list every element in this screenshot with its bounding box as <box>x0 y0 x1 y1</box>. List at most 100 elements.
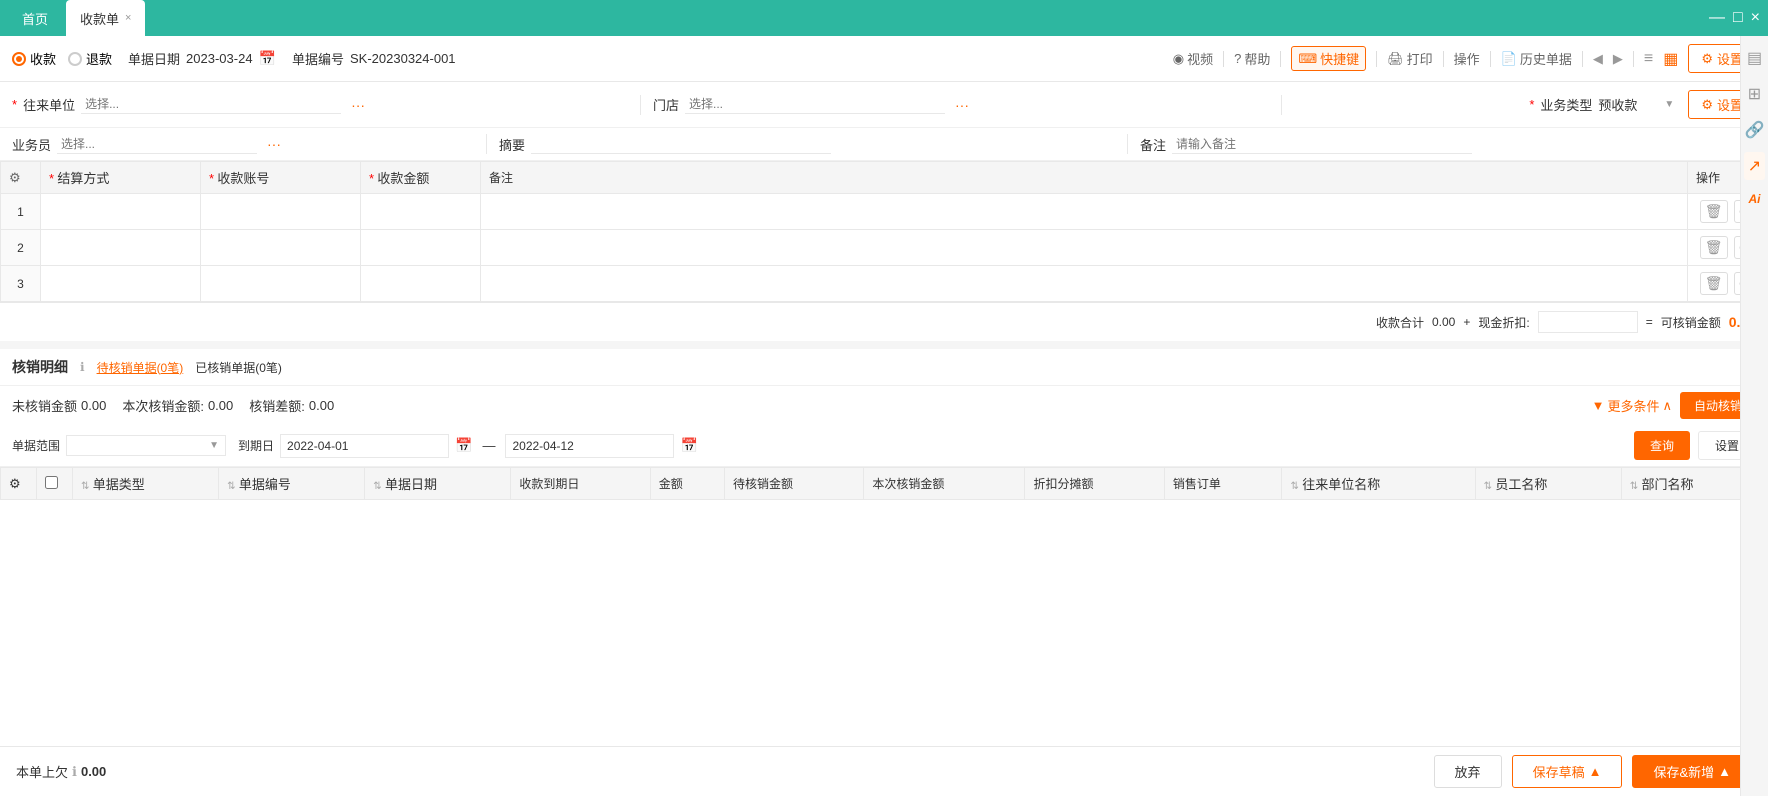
current-stat: 本次核销金额: 0.00 <box>122 396 233 415</box>
btcol-date-header: ⇅ 单据日期 <box>365 468 511 500</box>
date-value[interactable]: 2023-03-24 <box>186 51 253 66</box>
btcol-type-header: ⇅ 单据类型 <box>73 468 219 500</box>
row-num-1: 1 <box>1 194 41 230</box>
more-conditions-label: 更多条件 <box>1607 396 1659 415</box>
maximize-icon[interactable]: □ <box>1733 9 1743 27</box>
next-icon[interactable]: ▶ <box>1613 51 1623 67</box>
row-num-2: 2 <box>1 230 41 266</box>
counterpart-input[interactable] <box>81 95 341 114</box>
print-btn[interactable]: 🖨 打印 <box>1387 49 1433 68</box>
btcol-number-header: ⇅ 单据编号 <box>219 468 365 500</box>
range-field: 单据范围 ▼ <box>12 435 226 456</box>
pending-tab-link[interactable]: 待核销单据(0笔) <box>97 359 184 376</box>
shortcut-btn[interactable]: ⌨ 快捷键 <box>1291 46 1366 71</box>
sep2 <box>1281 95 1282 115</box>
row-account-1[interactable] <box>201 194 361 230</box>
delete-icon-1[interactable]: 🗑 <box>1700 200 1728 223</box>
history-btn[interactable]: 📄 历史单据 <box>1501 49 1572 68</box>
draft-button[interactable]: 保存草稿 ▲ <box>1512 755 1623 788</box>
radio-group: 收款 退款 <box>12 49 112 68</box>
counterpart-field: * 往来单位 ··· <box>12 95 628 114</box>
calendar-to-icon[interactable]: 📅 <box>680 437 697 454</box>
video-btn[interactable]: ◉ 视频 <box>1173 49 1213 68</box>
more-conditions-btn[interactable]: ▼ 更多条件 ∧ <box>1592 396 1672 415</box>
calendar-icon[interactable]: 📅 <box>259 50 276 67</box>
due-date-field: 到期日 📅 — 📅 <box>238 434 698 458</box>
total-label: 收款合计 <box>1376 314 1424 331</box>
remark-input[interactable] <box>1172 135 1472 154</box>
shop-input[interactable] <box>685 95 945 114</box>
range-select[interactable]: ▼ <box>66 435 226 456</box>
row-settle-3[interactable] <box>41 266 201 302</box>
tab-bar-right: — □ × <box>1709 9 1760 27</box>
minimize-icon[interactable]: — <box>1709 9 1725 27</box>
row-remark-2[interactable] <box>481 230 1688 266</box>
close-window-icon[interactable]: × <box>1751 9 1760 27</box>
staff-more-btn[interactable]: ··· <box>263 136 285 152</box>
delete-icon-2[interactable]: 🗑 <box>1700 236 1728 259</box>
save-button[interactable]: 保存&新增 ▲ <box>1632 755 1752 788</box>
discard-button[interactable]: 放弃 <box>1434 755 1502 788</box>
row-settle-2[interactable] <box>41 230 201 266</box>
col-settle-header: * 结算方式 <box>41 162 201 194</box>
gear-icon: ⚙ <box>1701 51 1713 67</box>
calendar-from-icon[interactable]: 📅 <box>455 437 472 454</box>
col-remark-header: 备注 <box>481 162 1688 194</box>
tab-home[interactable]: 首页 <box>8 0 62 36</box>
date-to-input[interactable] <box>505 434 674 458</box>
shortcut-icon: ⌨ <box>1298 51 1317 67</box>
row-account-2[interactable] <box>201 230 361 266</box>
date-from-input[interactable] <box>280 434 449 458</box>
row-remark-1[interactable] <box>481 194 1688 230</box>
row-account-3[interactable] <box>201 266 361 302</box>
ai-label[interactable]: Ai <box>1745 188 1765 210</box>
table-row: 2 🗑 ⊕ <box>1 230 1768 266</box>
reconcile-info-icon[interactable]: ℹ <box>80 360 85 374</box>
select-all-checkbox[interactable] <box>45 476 58 489</box>
table-gear-icon[interactable]: ⚙ <box>9 170 21 185</box>
delete-icon-3[interactable]: 🗑 <box>1700 272 1728 295</box>
sidebar-grid-icon[interactable]: ⊞ <box>1744 80 1765 108</box>
help-label: 帮助 <box>1244 49 1270 68</box>
row-amount-2[interactable] <box>361 230 481 266</box>
row-amount-3[interactable] <box>361 266 481 302</box>
section-divider <box>0 341 1768 349</box>
biz-type-star: * <box>1529 97 1534 112</box>
filter-row: 单据范围 ▼ 到期日 📅 — 📅 查询 设置 <box>0 425 1768 467</box>
radio-refund[interactable]: 退款 <box>68 49 112 68</box>
tab-close-icon[interactable]: × <box>125 12 131 24</box>
number-value[interactable]: SK-20230324-001 <box>350 51 456 66</box>
btcol-amount-header: 金额 <box>650 468 724 500</box>
operation-btn[interactable]: 操作 <box>1454 49 1480 68</box>
list-icon[interactable]: ≡ <box>1644 50 1653 68</box>
row-settle-1[interactable] <box>41 194 201 230</box>
row-amount-1[interactable] <box>361 194 481 230</box>
info-icon2[interactable]: ℹ <box>72 764 77 780</box>
row-remark-3[interactable] <box>481 266 1688 302</box>
help-btn[interactable]: ? 帮助 <box>1234 49 1270 68</box>
done-tab-link[interactable]: 已核销单据(0笔) <box>195 359 282 376</box>
discount-input[interactable] <box>1538 311 1638 333</box>
video-icon: ◉ <box>1173 51 1184 67</box>
biz-type-field: * 业务类型 预收款 ▼ ⚙ 设置 <box>1294 90 1756 119</box>
grid-icon[interactable]: ▦ <box>1663 49 1678 69</box>
counterpart-more-btn[interactable]: ··· <box>347 97 369 113</box>
number-field-group: 单据编号 SK-20230324-001 <box>292 49 456 68</box>
radio-receipt[interactable]: 收款 <box>12 49 56 68</box>
summary-input[interactable] <box>531 135 831 154</box>
shop-field: 门店 ··· <box>653 95 1269 114</box>
save-arrow[interactable]: ▲ <box>1718 764 1731 779</box>
tab-active[interactable]: 收款单 × <box>66 0 145 36</box>
sidebar-link-icon[interactable]: 🔗 <box>1741 116 1768 144</box>
biz-type-arrow[interactable]: ▼ <box>1664 99 1674 110</box>
prev-icon[interactable]: ◀ <box>1593 51 1603 67</box>
range-arrow: ▼ <box>209 440 219 451</box>
bottom-table-gear-icon[interactable]: ⚙ <box>9 476 21 491</box>
draft-arrow[interactable]: ▲ <box>1589 764 1602 779</box>
query-button[interactable]: 查询 <box>1634 431 1690 460</box>
staff-input[interactable] <box>57 135 257 154</box>
sidebar-table-icon[interactable]: ▤ <box>1743 44 1766 72</box>
shop-more-btn[interactable]: ··· <box>951 97 973 113</box>
biz-type-value[interactable]: 预收款 <box>1598 95 1658 114</box>
sidebar-expand-icon[interactable]: ↗ <box>1744 152 1765 180</box>
